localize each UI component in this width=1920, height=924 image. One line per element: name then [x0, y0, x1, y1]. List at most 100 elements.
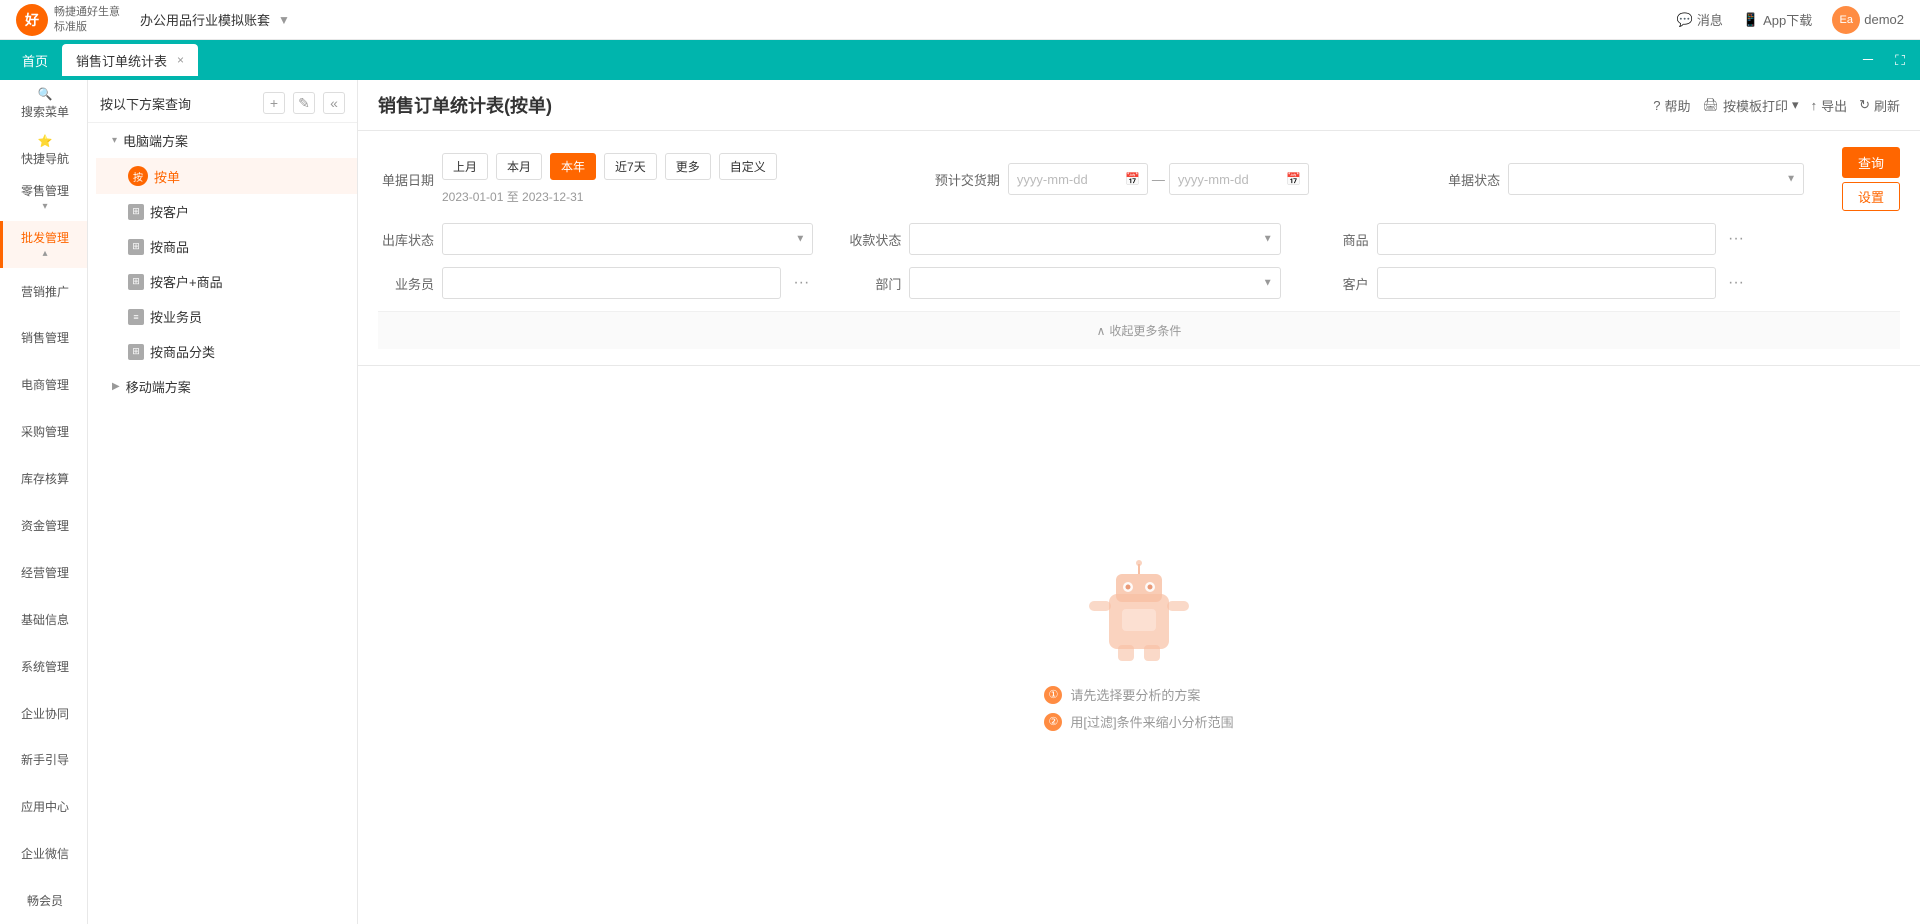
- setting-btn[interactable]: 设置: [1842, 182, 1900, 211]
- main-layout: 🔍 搜索菜单 ⭐ 快捷导航 零售管理 ▾ 批发管理 ▴ 营销推广 销售管理 电商…: [0, 80, 1920, 924]
- sidebar-item-app-center[interactable]: 应用中心: [0, 783, 87, 830]
- print-icon: 🖨: [1703, 97, 1720, 113]
- topbar: 好 畅捷通好生意 标准版 办公用品行业模拟账套 ▼ 💬 消息 📱 App下载 E…: [0, 0, 1920, 40]
- logo-icon: 好: [16, 4, 48, 36]
- date-btn-7days[interactable]: 近7天: [604, 153, 657, 180]
- sidebar-item-finance[interactable]: 资金管理: [0, 502, 87, 549]
- delivery-date-section: 预计交货期 📅 — 📅: [935, 163, 1428, 195]
- sidebar-item-wechat[interactable]: 企业微信: [0, 830, 87, 877]
- salesperson-input[interactable]: [442, 267, 781, 299]
- app-download-btn[interactable]: 📱 App下载: [1743, 10, 1812, 29]
- shipping-select-wrapper: [442, 223, 813, 255]
- sidebar-item-inventory[interactable]: 库存核算: [0, 455, 87, 502]
- payment-label: 收款状态: [845, 230, 901, 249]
- download-icon: 📱: [1743, 12, 1759, 28]
- customer-section: 客户 ···: [1313, 267, 1764, 299]
- date-btn-lastmonth[interactable]: 上月: [442, 153, 488, 180]
- delivery-label: 预计交货期: [935, 170, 1000, 189]
- page-title: 销售订单统计表(按单): [378, 92, 552, 118]
- date-btn-custom[interactable]: 自定义: [719, 153, 777, 180]
- sidebar-item-purchase[interactable]: 采购管理: [0, 408, 87, 455]
- query-btn[interactable]: 查询: [1842, 147, 1900, 178]
- help-btn[interactable]: ? 帮助: [1653, 96, 1690, 115]
- date-btn-thismonth[interactable]: 本月: [496, 153, 542, 180]
- sidebar-item-basic[interactable]: 基础信息: [0, 596, 87, 643]
- by-order-icon: 按: [128, 166, 148, 186]
- edit-scheme-btn[interactable]: ✎: [293, 92, 315, 114]
- filter-row-2: 出库状态 收款状态: [378, 223, 1900, 255]
- tree-item-by-salesperson[interactable]: ≡ 按业务员: [96, 299, 357, 334]
- topbar-right: 💬 消息 📱 App下载 Ea demo2: [1677, 6, 1904, 34]
- sidebar-item-enterprise[interactable]: 企业协同: [0, 690, 87, 737]
- customer-input[interactable]: [1377, 267, 1716, 299]
- tabbar-expand[interactable]: ⛶: [1888, 48, 1912, 72]
- empty-tip-1: ① 请先选择要分析的方案: [1044, 685, 1233, 704]
- export-icon: ↑: [1811, 98, 1818, 113]
- wholesale-arrow: ▴: [42, 248, 47, 259]
- tree-item-by-order[interactable]: 按 按单: [96, 158, 357, 194]
- payment-select[interactable]: [909, 223, 1280, 255]
- date-label: 单据日期: [378, 170, 434, 189]
- tabbar: 首页 销售订单统计表 × － ⛶: [0, 40, 1920, 80]
- sidebar-item-search-menu[interactable]: 🔍 搜索菜单: [0, 80, 87, 127]
- by-sp-icon: ≡: [128, 309, 144, 325]
- payment-section: 收款状态: [845, 223, 1296, 255]
- tree-item-by-customer[interactable]: ⊞ 按客户: [96, 194, 357, 229]
- tree-item-by-category[interactable]: ⊞ 按商品分类: [96, 334, 357, 369]
- sidebar-item-marketing[interactable]: 营销推广: [0, 268, 87, 315]
- status-select[interactable]: [1508, 163, 1804, 195]
- customer-more-btn[interactable]: ···: [1724, 274, 1748, 292]
- calendar-icon-end: 📅: [1286, 172, 1301, 186]
- sidebar-item-system[interactable]: 系统管理: [0, 643, 87, 690]
- top-title-dropdown[interactable]: ▼: [278, 13, 290, 27]
- tree-section-mobile[interactable]: ▶ 移动端方案: [96, 369, 357, 404]
- message-btn[interactable]: 💬 消息: [1677, 10, 1723, 29]
- left-panel: 按以下方案查询 + ✎ « ▾ 电脑端方案 按 按单 ⊞: [88, 80, 358, 924]
- tree-item-by-customer-goods[interactable]: ⊞ 按客户+商品: [96, 264, 357, 299]
- print-btn[interactable]: 🖨 按模板打印 ▾: [1703, 96, 1799, 115]
- sidebar-item-ecommerce[interactable]: 电商管理: [0, 361, 87, 408]
- sidebar-item-retail[interactable]: 零售管理 ▾: [0, 174, 87, 221]
- sidebar-item-quick-nav[interactable]: ⭐ 快捷导航: [0, 127, 87, 174]
- shipping-select[interactable]: [442, 223, 813, 255]
- by-cg-icon: ⊞: [128, 274, 144, 290]
- sidebar-item-guide[interactable]: 新手引导: [0, 736, 87, 783]
- dept-select[interactable]: [909, 267, 1280, 299]
- delivery-start-wrapper: 📅: [1008, 163, 1148, 195]
- tab-active[interactable]: 销售订单统计表 ×: [62, 44, 198, 76]
- collapse-bar[interactable]: ∧ 收起更多条件: [378, 311, 1900, 349]
- date-btn-thisyear[interactable]: 本年: [550, 153, 596, 180]
- goods-more-btn[interactable]: ···: [1724, 230, 1748, 248]
- tip-num-1: ①: [1044, 686, 1062, 704]
- message-icon: 💬: [1677, 12, 1693, 28]
- logo-text: 畅捷通好生意 标准版: [54, 5, 120, 34]
- date-range-display: 2023-01-01 至 2023-12-31: [442, 188, 583, 205]
- user-menu[interactable]: Ea demo2: [1832, 6, 1904, 34]
- goods-label: 商品: [1313, 230, 1369, 249]
- collapse-panel-btn[interactable]: «: [323, 92, 345, 114]
- add-scheme-btn[interactable]: +: [263, 92, 285, 114]
- empty-tips: ① 请先选择要分析的方案 ② 用[过滤]条件来缩小分析范围: [1044, 685, 1233, 731]
- sidebar: 🔍 搜索菜单 ⭐ 快捷导航 零售管理 ▾ 批发管理 ▴ 营销推广 销售管理 电商…: [0, 80, 88, 924]
- topbar-center: 办公用品行业模拟账套 ▼: [120, 10, 1677, 29]
- payment-select-wrapper: [909, 223, 1280, 255]
- sidebar-item-sales[interactable]: 销售管理: [0, 314, 87, 361]
- date-btn-more[interactable]: 更多: [665, 153, 711, 180]
- sidebar-item-wholesale[interactable]: 批发管理 ▴: [0, 221, 87, 268]
- logo: 好 畅捷通好生意 标准版: [16, 4, 120, 36]
- by-cat-icon: ⊞: [128, 344, 144, 360]
- tree-item-by-goods[interactable]: ⊞ 按商品: [96, 229, 357, 264]
- sidebar-item-operation[interactable]: 经营管理: [0, 549, 87, 596]
- right-content: 销售订单统计表(按单) ? 帮助 🖨 按模板打印 ▾ ↑ 导出: [358, 80, 1920, 924]
- salesperson-section: 业务员 ···: [378, 267, 829, 299]
- tree-section-pc[interactable]: ▾ 电脑端方案: [96, 123, 357, 158]
- goods-input[interactable]: [1377, 223, 1716, 255]
- export-btn[interactable]: ↑ 导出: [1811, 96, 1848, 115]
- sidebar-item-member[interactable]: 畅会员: [0, 877, 87, 924]
- refresh-btn[interactable]: ↻ 刷新: [1859, 96, 1900, 115]
- tab-home[interactable]: 首页: [8, 44, 62, 76]
- salesperson-more-btn[interactable]: ···: [789, 274, 813, 292]
- tab-close-btn[interactable]: ×: [177, 53, 184, 67]
- date-sep: —: [1152, 172, 1165, 187]
- tabbar-minimize[interactable]: －: [1856, 48, 1880, 72]
